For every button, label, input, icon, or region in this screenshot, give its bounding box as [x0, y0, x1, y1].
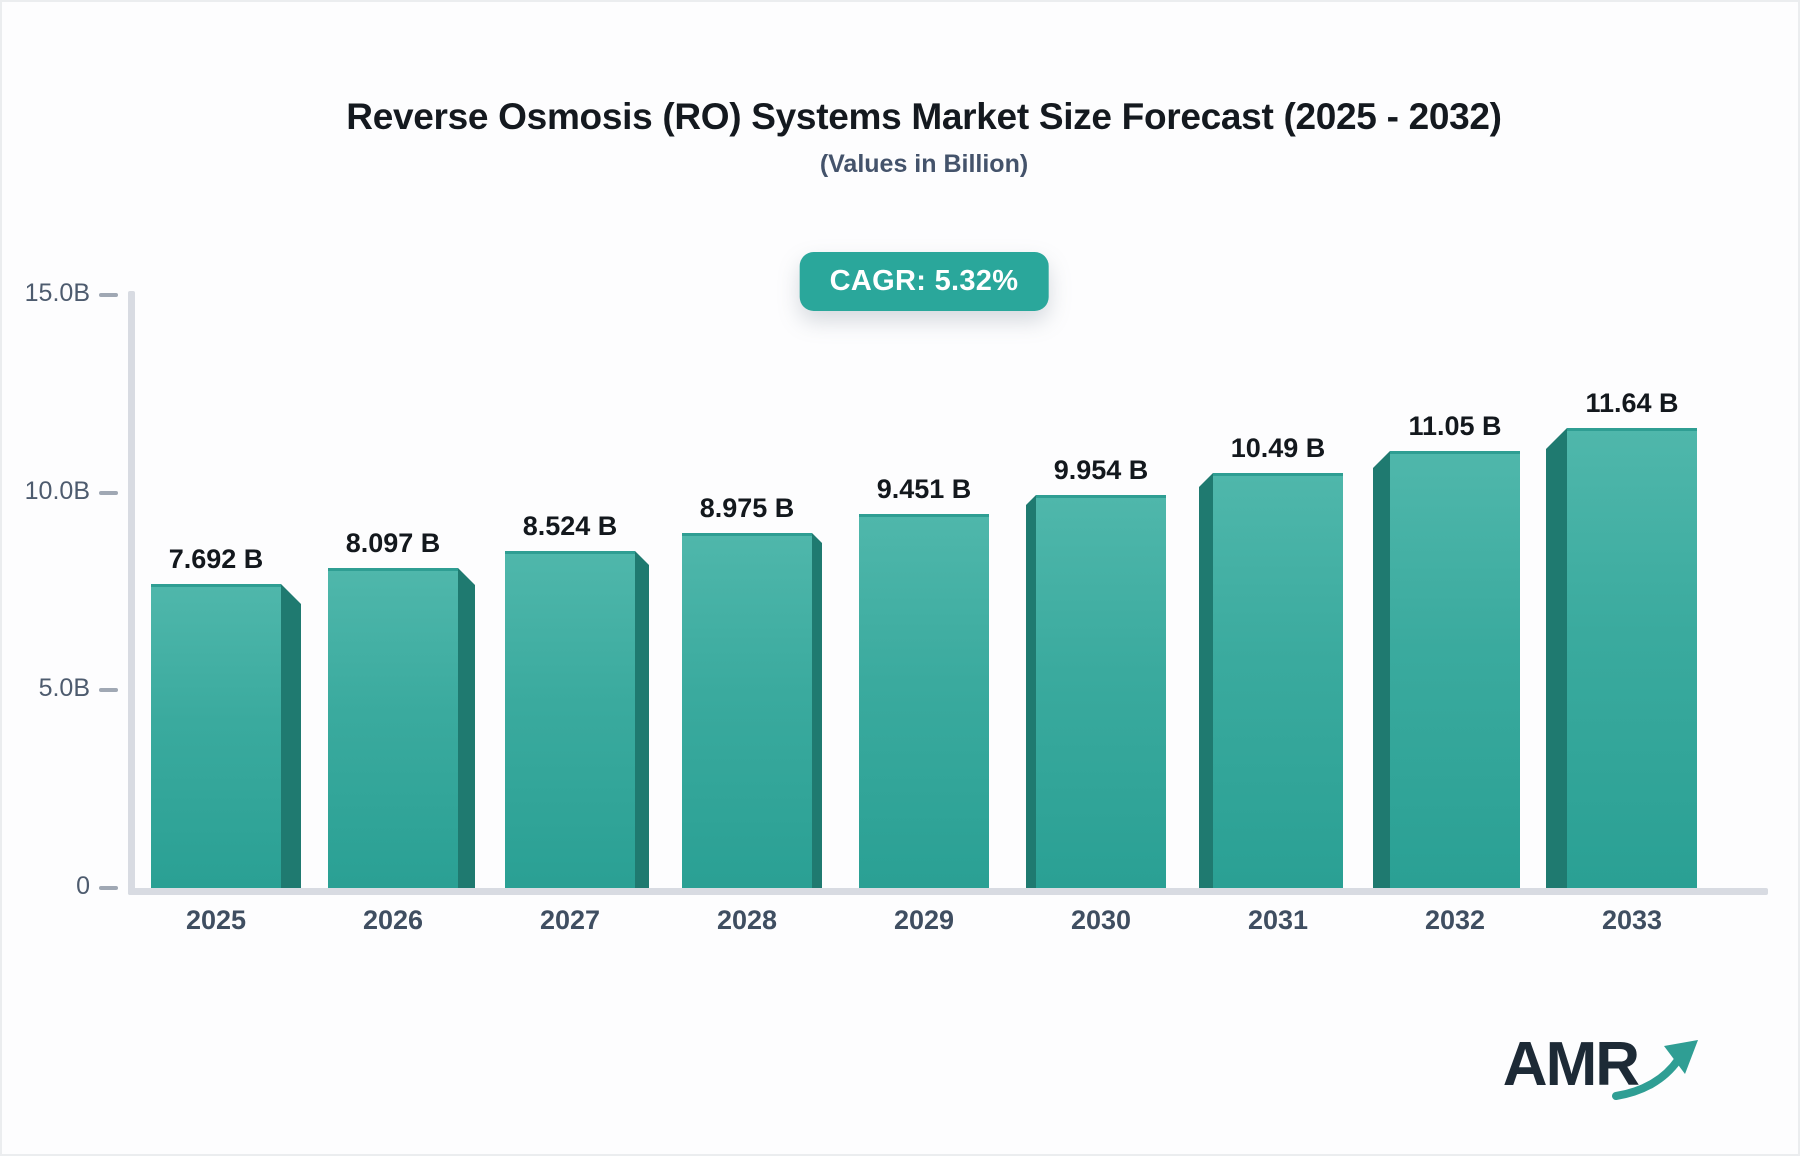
- y-tick-label: 0: [76, 872, 90, 900]
- x-axis-label: 2029: [893, 905, 955, 935]
- bar-3d-side: [458, 568, 475, 888]
- x-axis-label: 2030: [1070, 905, 1132, 935]
- amr-logo: AMR: [1503, 1034, 1704, 1104]
- y-tick-dash: [99, 688, 118, 693]
- y-tick-dash: [99, 490, 118, 495]
- bar-value-label: 8.524 B: [522, 511, 618, 541]
- x-axis-label: 2027: [539, 905, 601, 935]
- bar-value-label: 11.05 B: [1408, 411, 1502, 441]
- x-axis-label: 2031: [1247, 905, 1309, 935]
- y-tick-label: 10.0B: [24, 476, 90, 505]
- bar: [505, 551, 635, 888]
- bar: [1567, 428, 1697, 888]
- bar: [682, 533, 812, 888]
- chart-card: Reverse Osmosis (RO) Systems Market Size…: [0, 0, 1800, 1156]
- y-tick-label: 5.0B: [38, 674, 90, 703]
- bar-value-label: 8.975 B: [699, 493, 795, 523]
- trend-arrow-icon: [1612, 1040, 1698, 1100]
- x-axis-label: 2025: [185, 905, 247, 935]
- x-axis-label: 2026: [362, 905, 424, 935]
- bar-value-label: 7.692 B: [168, 544, 264, 574]
- y-tick-dash: [99, 886, 118, 890]
- x-axis-label: 2028: [716, 905, 778, 935]
- plot-area: 15.0B 10.0B 5.0B 0 7.692 B 2025 8.097 B 2026 8.5…: [2, 2, 1798, 1154]
- bar-value-label: 9.451 B: [876, 474, 972, 504]
- bar-3d-side: [635, 551, 649, 888]
- bar: [1213, 473, 1343, 888]
- bar-3d-side: [1199, 473, 1213, 888]
- y-axis-line: [128, 291, 135, 895]
- x-axis-label: 2033: [1601, 905, 1663, 935]
- bar: [1390, 451, 1520, 888]
- x-axis-line: [128, 888, 1768, 895]
- bar-value-label: 9.954 B: [1053, 455, 1149, 485]
- bar: [1036, 495, 1166, 888]
- bar-3d-side: [281, 584, 301, 888]
- y-tick-dash: [99, 293, 118, 298]
- bar-value-label: 8.097 B: [345, 528, 441, 558]
- bar-3d-side: [1373, 451, 1390, 888]
- bar-value-label: 10.49 B: [1230, 433, 1326, 463]
- bar: [151, 584, 281, 888]
- bar-3d-side: [1546, 428, 1567, 888]
- bar-3d-side: [1026, 495, 1036, 888]
- bar-value-label: 11.64 B: [1585, 388, 1679, 418]
- bar: [859, 514, 989, 888]
- bar-3d-side: [812, 533, 822, 888]
- x-axis-label: 2032: [1424, 905, 1486, 935]
- y-tick-label: 15.0B: [24, 279, 90, 308]
- bar: [328, 568, 458, 888]
